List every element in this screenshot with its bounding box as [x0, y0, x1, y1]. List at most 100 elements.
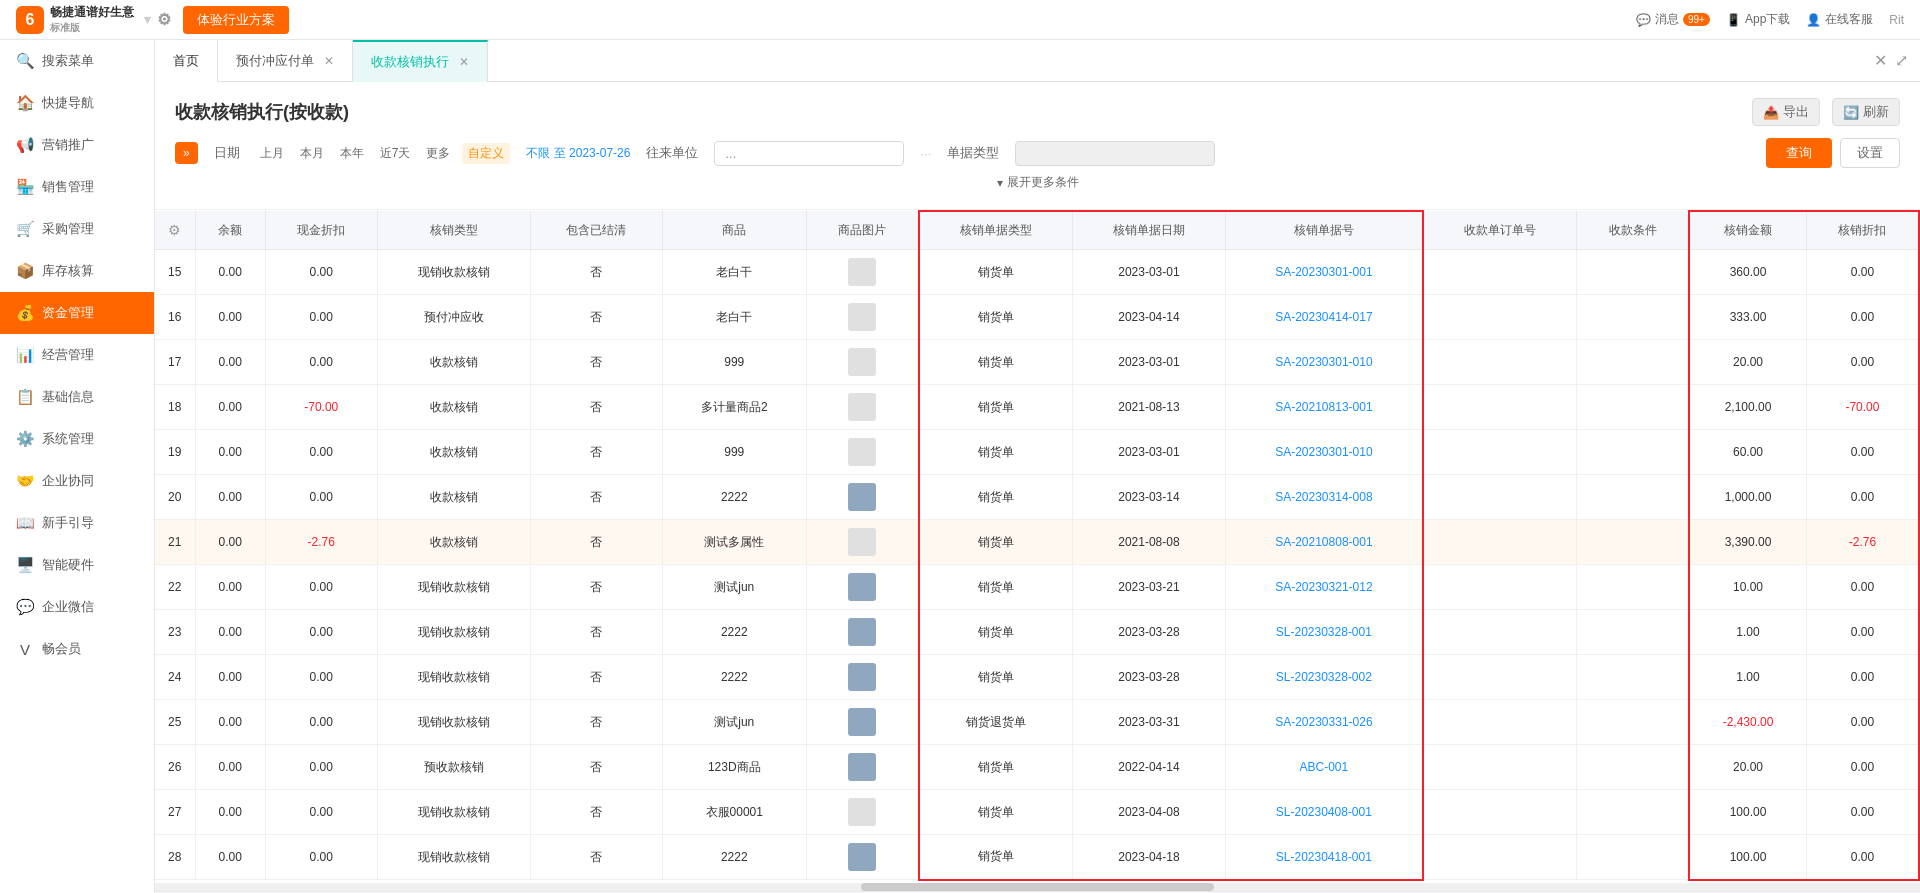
sidebar-item-basic[interactable]: 📋 基础信息	[0, 376, 154, 418]
sidebar-item-shortcut[interactable]: 🏠 快捷导航	[0, 82, 154, 124]
sidebar-item-operations[interactable]: 📊 经营管理	[0, 334, 154, 376]
refresh-btn[interactable]: 🔄 刷新	[1832, 98, 1900, 126]
date-opt-last-month[interactable]: 上月	[256, 143, 288, 164]
cell-bill-report-date: 2023-03-01	[1072, 430, 1225, 475]
sidebar-item-collab[interactable]: 🤝 企业协同	[0, 460, 154, 502]
cell-product-img	[806, 655, 919, 700]
cell-product-img	[806, 565, 919, 610]
th-product-img: 商品图片	[806, 211, 919, 250]
bill-no-link[interactable]: ABC-001	[1300, 760, 1349, 774]
bill-no-link[interactable]: SA-20230301-010	[1275, 445, 1372, 459]
sidebar-item-marketing[interactable]: 📢 营销推广	[0, 124, 154, 166]
cell-bill-report-no: SA-20230301-010	[1225, 430, 1422, 475]
cell-product-img	[806, 340, 919, 385]
cell-num: 23	[155, 610, 195, 655]
bill-no-link[interactable]: SL-20230328-002	[1276, 670, 1372, 684]
industry-btn[interactable]: 体验行业方案	[183, 6, 289, 34]
tab-prepay[interactable]: 预付冲应付单 ✕	[218, 40, 353, 82]
cell-receipt-order-no	[1423, 475, 1577, 520]
sidebar-item-system[interactable]: ⚙️ 系统管理	[0, 418, 154, 460]
app-download-btn[interactable]: 📱 App下载	[1726, 11, 1790, 28]
cell-bill-report-type: 销货单	[919, 655, 1073, 700]
bill-no-link[interactable]: SA-20230331-026	[1275, 715, 1372, 729]
sidebar-item-purchase[interactable]: 🛒 采购管理	[0, 208, 154, 250]
megaphone-icon: 📢	[16, 136, 34, 154]
cell-writeoff-type: 现销收款核销	[377, 565, 530, 610]
bill-no-link[interactable]: SA-20210813-001	[1275, 400, 1372, 414]
settings-icon[interactable]: ⚙	[157, 10, 171, 29]
cell-receipt-condition	[1577, 655, 1690, 700]
sidebar-item-hardware[interactable]: 🖥️ 智能硬件	[0, 544, 154, 586]
tab-collection-close[interactable]: ✕	[459, 55, 469, 69]
dropdown-arrow-icon[interactable]: ▾	[144, 12, 151, 27]
sidebar-item-inventory[interactable]: 📦 库存核算	[0, 250, 154, 292]
tab-close-btn[interactable]: ✕	[1874, 51, 1887, 70]
cell-bill-report-date: 2021-08-08	[1072, 520, 1225, 565]
bill-type-select[interactable]	[1015, 141, 1215, 166]
filter-expand-btn[interactable]: »	[175, 142, 198, 164]
from-unit-input[interactable]	[714, 141, 904, 166]
sidebar-item-member[interactable]: V 畅会员	[0, 628, 154, 670]
column-settings-icon[interactable]: ⚙	[168, 222, 181, 238]
table-row: 17 0.00 0.00 收款核销 否 999 销货单 2023-03-01 S…	[155, 340, 1919, 385]
logo-icon: 6	[16, 6, 44, 34]
cell-receipt-condition	[1577, 520, 1690, 565]
bill-no-link[interactable]: SL-20230328-001	[1276, 625, 1372, 639]
sidebar-item-wechat[interactable]: 💬 企业微信	[0, 586, 154, 628]
table-row: 18 0.00 -70.00 收款核销 否 多计量商品2 销货单 2021-08…	[155, 385, 1919, 430]
message-btn[interactable]: 💬 消息 99+	[1636, 11, 1710, 28]
tab-prepay-close[interactable]: ✕	[324, 54, 334, 68]
cell-writeoff-amount: 3,390.00	[1689, 520, 1806, 565]
shop-icon: 🏪	[16, 178, 34, 196]
bill-no-link[interactable]: SA-20210808-001	[1275, 535, 1372, 549]
export-btn[interactable]: 📤 导出	[1752, 98, 1820, 126]
tab-home[interactable]: 首页	[155, 40, 218, 82]
cell-bill-report-type: 销货单	[919, 340, 1073, 385]
cell-writeoff-type: 收款核销	[377, 385, 530, 430]
box-icon: 📦	[16, 262, 34, 280]
cell-bill-report-no: SL-20230408-001	[1225, 790, 1422, 835]
cell-writeoff-discount: 0.00	[1806, 475, 1919, 520]
expand-more-btn[interactable]: ▾ 展开更多条件	[175, 168, 1900, 197]
date-opt-custom[interactable]: 自定义	[462, 143, 510, 164]
bill-no-link[interactable]: SA-20230321-012	[1275, 580, 1372, 594]
bill-no-link[interactable]: SA-20230301-010	[1275, 355, 1372, 369]
cell-cash-discount: 0.00	[265, 250, 377, 295]
sidebar: 🔍 搜索菜单 🏠 快捷导航 📢 营销推广 🏪 销售管理 🛒 采购管理 📦 库存核…	[0, 40, 155, 893]
cell-product: 衣服00001	[662, 790, 806, 835]
bill-no-link[interactable]: SL-20230418-001	[1276, 850, 1372, 864]
tab-collection[interactable]: 收款核销执行 ✕	[353, 40, 488, 82]
query-btn[interactable]: 查询	[1766, 138, 1832, 168]
gear-icon: ⚙️	[16, 430, 34, 448]
date-opt-more[interactable]: 更多	[422, 143, 454, 164]
date-range[interactable]: 不限 至 2023-07-26	[526, 145, 630, 162]
cell-include-settled: 否	[530, 295, 662, 340]
date-opt-this-year[interactable]: 本年	[336, 143, 368, 164]
cell-balance: 0.00	[195, 520, 265, 565]
product-img	[848, 303, 876, 331]
cell-writeoff-type: 现销收款核销	[377, 700, 530, 745]
cell-receipt-order-no	[1423, 835, 1577, 880]
sidebar-item-guide[interactable]: 📖 新手引导	[0, 502, 154, 544]
date-opt-this-month[interactable]: 本月	[296, 143, 328, 164]
bill-no-link[interactable]: SA-20230301-001	[1275, 265, 1372, 279]
bill-no-link[interactable]: SA-20230414-017	[1275, 310, 1372, 324]
refresh-icon: 🔄	[1843, 105, 1859, 120]
bill-no-link[interactable]: SL-20230408-001	[1276, 805, 1372, 819]
cell-bill-report-type: 销货单	[919, 745, 1073, 790]
cell-balance: 0.00	[195, 655, 265, 700]
sidebar-item-search[interactable]: 🔍 搜索菜单	[0, 40, 154, 82]
date-opt-7days[interactable]: 近7天	[376, 143, 415, 164]
sidebar-item-sales[interactable]: 🏪 销售管理	[0, 166, 154, 208]
logo-area: 6 畅捷通谱好生意 标准版 ▾ ⚙	[16, 4, 171, 35]
cell-receipt-order-no	[1423, 790, 1577, 835]
cell-product-img	[806, 835, 919, 880]
cell-bill-report-no: SA-20230314-008	[1225, 475, 1422, 520]
cell-product: 老白干	[662, 295, 806, 340]
settings-btn[interactable]: 设置	[1840, 138, 1900, 168]
cell-include-settled: 否	[530, 430, 662, 475]
tab-expand-btn[interactable]: ⤢	[1895, 51, 1908, 70]
bill-no-link[interactable]: SA-20230314-008	[1275, 490, 1372, 504]
online-service-btn[interactable]: 👤 在线客服	[1806, 11, 1873, 28]
sidebar-item-finance[interactable]: 💰 资金管理	[0, 292, 154, 334]
